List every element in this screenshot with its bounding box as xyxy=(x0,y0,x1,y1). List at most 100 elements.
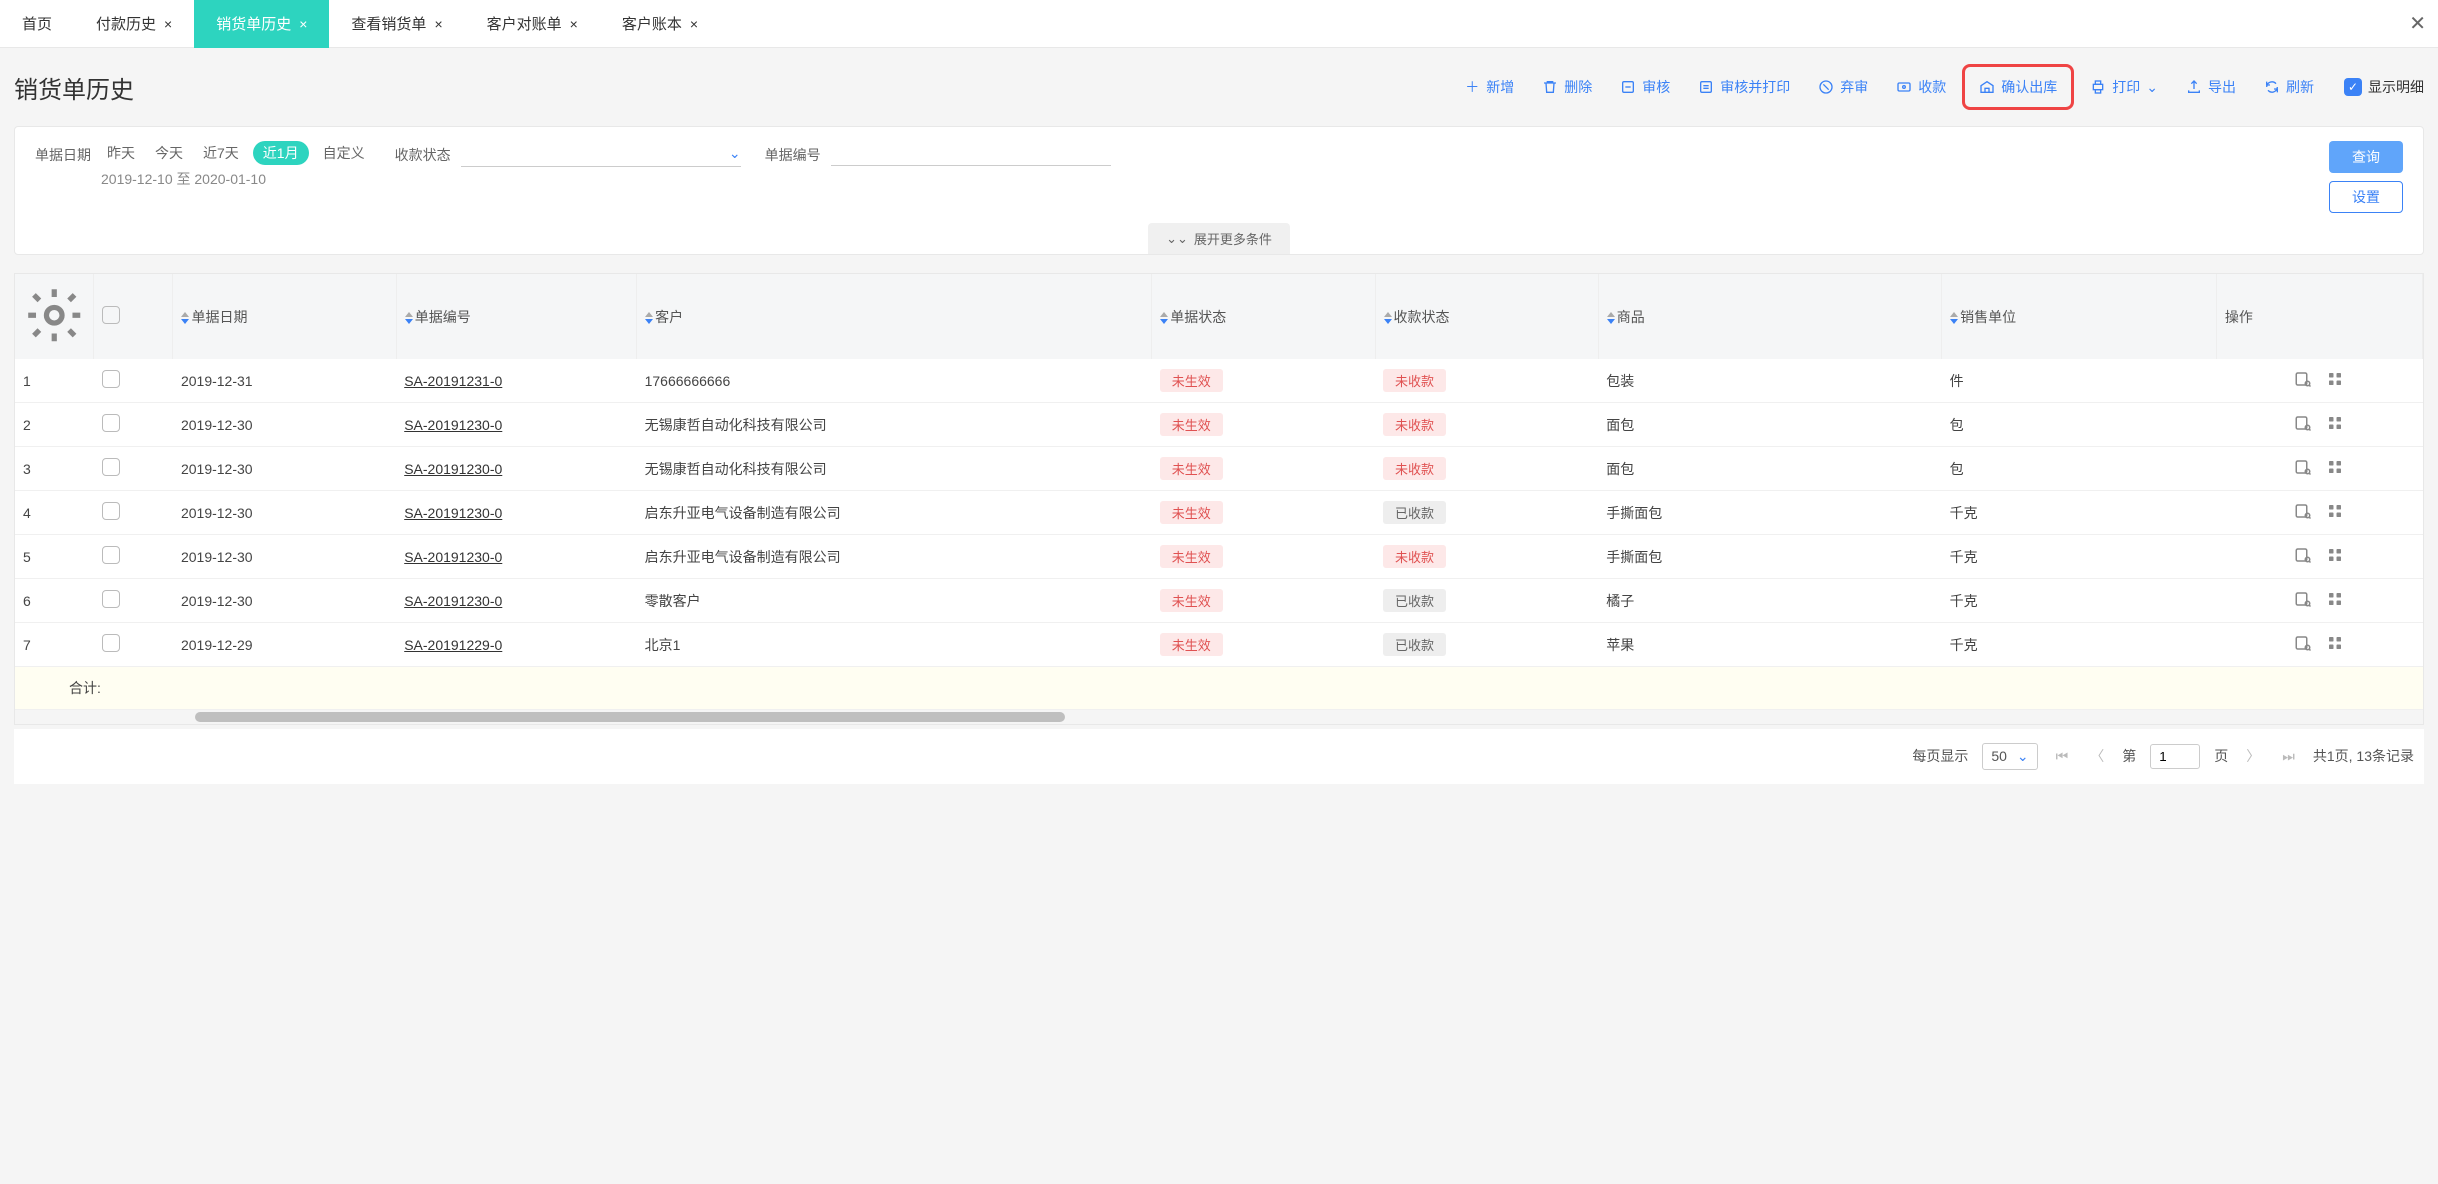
print-icon xyxy=(2090,79,2106,95)
filter-date-group: 单据日期 昨天 今天 近7天 近1月 自定义 2019-12-10 至 2020… xyxy=(35,141,371,189)
code-input[interactable] xyxy=(831,141,1111,166)
code-link[interactable]: SA-20191231-0 xyxy=(404,373,502,389)
refresh-button[interactable]: 刷新 xyxy=(2252,71,2326,103)
pay-status-select[interactable]: ⌄ xyxy=(461,141,741,167)
print-button[interactable]: 打印⌄ xyxy=(2078,71,2170,103)
tab-3[interactable]: 查看销货单× xyxy=(329,0,464,48)
more-icon[interactable] xyxy=(2326,502,2344,523)
th-pay-status[interactable]: 收款状态 xyxy=(1375,274,1598,359)
row-checkbox[interactable] xyxy=(102,634,120,652)
code-link[interactable]: SA-20191230-0 xyxy=(404,505,502,521)
chevron-down-icon: ⌄ xyxy=(2146,79,2158,96)
tab-2[interactable]: 销货单历史× xyxy=(194,0,329,48)
more-icon[interactable] xyxy=(2326,458,2344,479)
pay-status-badge: 未收款 xyxy=(1383,545,1446,568)
tab-5[interactable]: 客户账本× xyxy=(600,0,720,48)
date-quick-today[interactable]: 今天 xyxy=(149,141,189,165)
filter-pay-status-label: 收款状态 xyxy=(395,141,451,165)
view-icon[interactable] xyxy=(2294,414,2312,435)
close-all-tabs-icon[interactable]: ✕ xyxy=(2409,11,2426,36)
receive-button[interactable]: 收款 xyxy=(1884,71,1958,103)
sort-icon xyxy=(1607,312,1615,324)
more-icon[interactable] xyxy=(2326,634,2344,655)
view-icon[interactable] xyxy=(2294,502,2312,523)
row-checkbox[interactable] xyxy=(102,414,120,432)
plus-icon: ＋ xyxy=(1464,79,1480,95)
more-icon[interactable] xyxy=(2326,546,2344,567)
confirm-out-button[interactable]: 确认出库 xyxy=(1962,64,2074,110)
audit-button[interactable]: 审核 xyxy=(1608,71,1682,103)
per-page-select[interactable]: 50⌄ xyxy=(1982,743,2037,770)
row-checkbox[interactable] xyxy=(102,458,120,476)
cell-product: 手撕面包 xyxy=(1598,535,1941,579)
pay-status-badge: 未收款 xyxy=(1383,457,1446,480)
export-icon xyxy=(2186,79,2202,95)
view-icon[interactable] xyxy=(2294,370,2312,391)
filter-code-label: 单据编号 xyxy=(765,141,821,165)
tab-4[interactable]: 客户对账单× xyxy=(465,0,600,48)
table-row: 52019-12-30SA-20191230-0启东升亚电气设备制造有限公司未生… xyxy=(15,535,2423,579)
th-select-all[interactable] xyxy=(94,274,173,359)
setting-button[interactable]: 设置 xyxy=(2329,181,2403,213)
cell-product: 手撕面包 xyxy=(1598,491,1941,535)
scrollbar-thumb[interactable] xyxy=(195,712,1065,722)
table-container: 单据日期 单据编号 客户 单据状态 收款状态 商品 销售单位 操作 12019-… xyxy=(14,273,2424,725)
code-link[interactable]: SA-20191230-0 xyxy=(404,417,502,433)
date-quick-week[interactable]: 近7天 xyxy=(197,141,245,165)
row-checkbox[interactable] xyxy=(102,370,120,388)
cancel-stamp-icon xyxy=(1818,79,1834,95)
status-badge: 未生效 xyxy=(1160,545,1223,568)
date-quick-custom[interactable]: 自定义 xyxy=(317,141,371,165)
cell-unit: 件 xyxy=(1942,359,2217,403)
more-icon[interactable] xyxy=(2326,590,2344,611)
th-unit[interactable]: 销售单位 xyxy=(1942,274,2217,359)
row-checkbox[interactable] xyxy=(102,590,120,608)
tab-1[interactable]: 付款历史× xyxy=(74,0,194,48)
tab-close-icon[interactable]: × xyxy=(299,16,307,32)
row-checkbox[interactable] xyxy=(102,546,120,564)
per-page-label: 每页显示 xyxy=(1912,746,1968,766)
code-link[interactable]: SA-20191229-0 xyxy=(404,637,502,653)
tab-close-icon[interactable]: × xyxy=(690,16,698,32)
date-quick-month[interactable]: 近1月 xyxy=(253,141,309,165)
tab-close-icon[interactable]: × xyxy=(434,16,442,32)
cell-index: 6 xyxy=(15,579,94,623)
row-checkbox[interactable] xyxy=(102,502,120,520)
sort-icon xyxy=(405,312,413,324)
code-link[interactable]: SA-20191230-0 xyxy=(404,461,502,477)
next-page-icon[interactable]: 〉 xyxy=(2242,746,2264,766)
cancel-audit-button[interactable]: 弃审 xyxy=(1806,71,1880,103)
tab-0[interactable]: 首页 xyxy=(0,0,74,48)
more-icon[interactable] xyxy=(2326,370,2344,391)
th-customer[interactable]: 客户 xyxy=(637,274,1152,359)
export-button[interactable]: 导出 xyxy=(2174,71,2248,103)
date-quick-yesterday[interactable]: 昨天 xyxy=(101,141,141,165)
show-detail-toggle[interactable]: ✓显示明细 xyxy=(2344,77,2424,97)
delete-button[interactable]: 删除 xyxy=(1530,71,1604,103)
view-icon[interactable] xyxy=(2294,590,2312,611)
add-button[interactable]: ＋新增 xyxy=(1452,71,1526,103)
page-input[interactable] xyxy=(2150,744,2200,769)
audit-print-button[interactable]: 审核并打印 xyxy=(1686,71,1802,103)
th-code[interactable]: 单据编号 xyxy=(396,274,636,359)
code-link[interactable]: SA-20191230-0 xyxy=(404,549,502,565)
tab-close-icon[interactable]: × xyxy=(570,16,578,32)
status-badge: 未生效 xyxy=(1160,501,1223,524)
th-date[interactable]: 单据日期 xyxy=(173,274,396,359)
tab-close-icon[interactable]: × xyxy=(164,16,172,32)
more-icon[interactable] xyxy=(2326,414,2344,435)
view-icon[interactable] xyxy=(2294,634,2312,655)
th-settings[interactable] xyxy=(15,274,94,359)
stamp-icon xyxy=(1620,79,1636,95)
th-status[interactable]: 单据状态 xyxy=(1152,274,1375,359)
expand-conditions-button[interactable]: ⌄⌄展开更多条件 xyxy=(1148,223,1290,254)
query-button[interactable]: 查询 xyxy=(2329,141,2403,173)
last-page-icon[interactable]: ⏭ xyxy=(2278,748,2299,765)
horizontal-scrollbar[interactable] xyxy=(15,710,2423,724)
th-product[interactable]: 商品 xyxy=(1598,274,1941,359)
prev-page-icon[interactable]: 〈 xyxy=(2086,746,2108,766)
view-icon[interactable] xyxy=(2294,546,2312,567)
code-link[interactable]: SA-20191230-0 xyxy=(404,593,502,609)
first-page-icon[interactable]: ⏮ xyxy=(2052,748,2073,765)
view-icon[interactable] xyxy=(2294,458,2312,479)
